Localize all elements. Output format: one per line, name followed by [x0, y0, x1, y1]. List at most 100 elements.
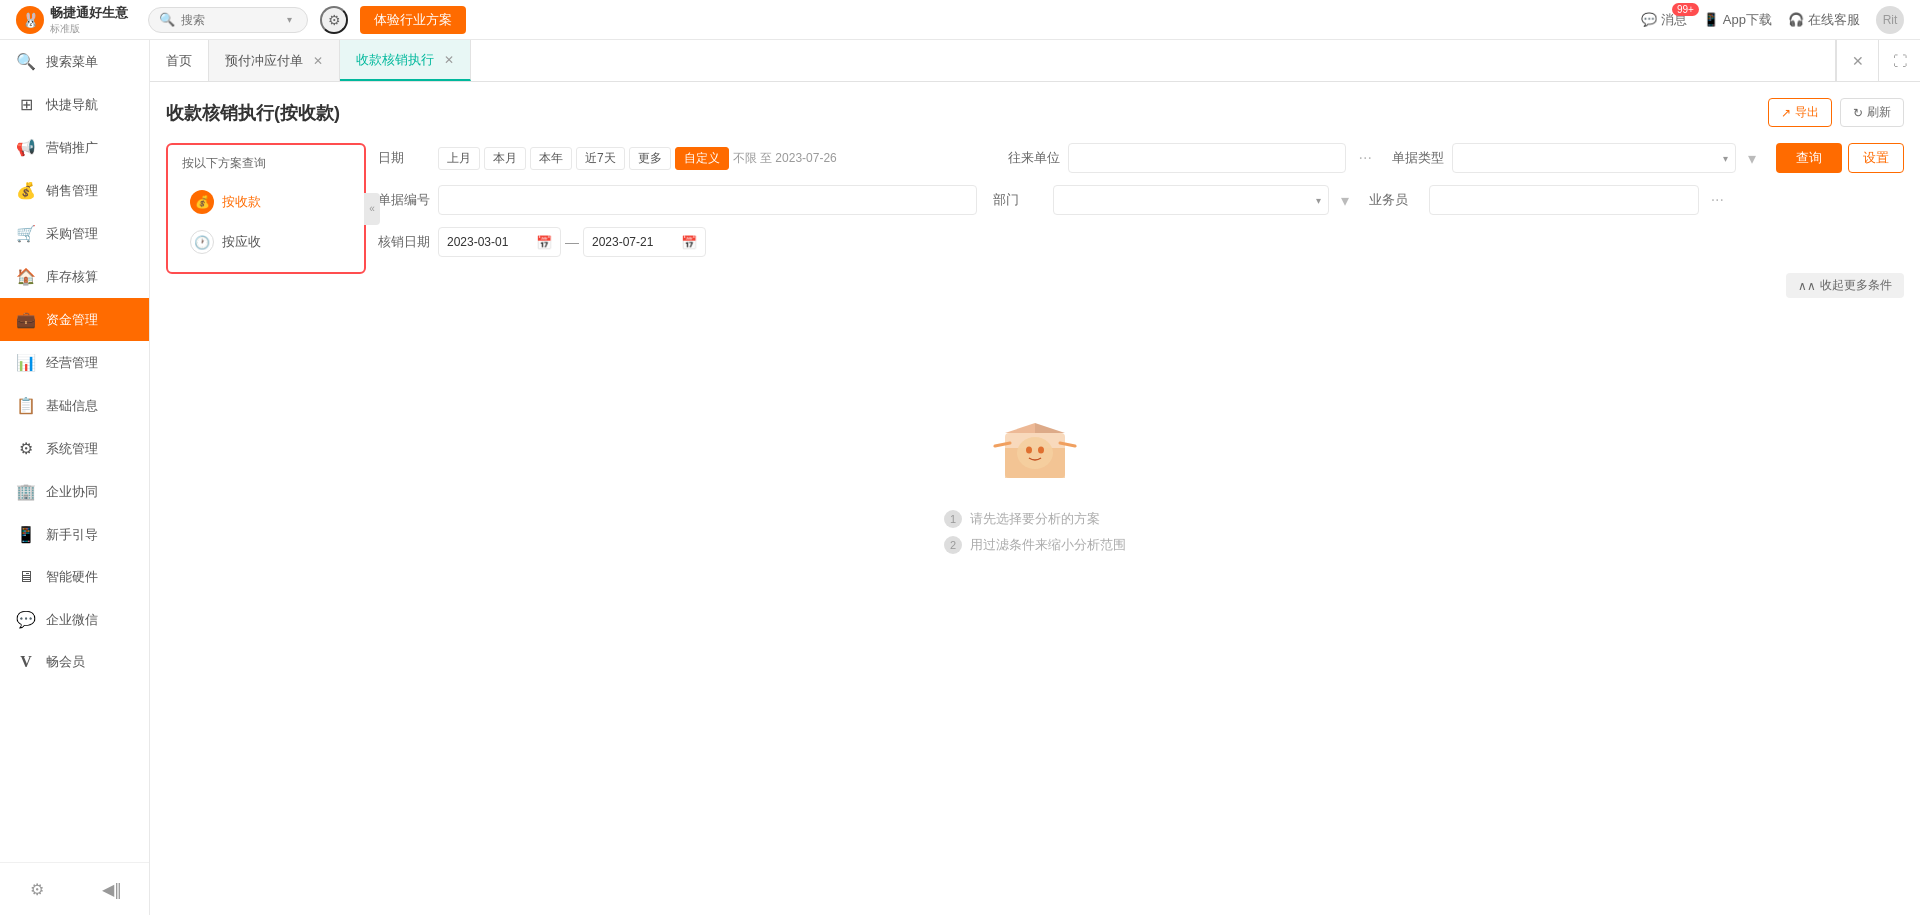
message-badge: 99+ — [1672, 3, 1699, 16]
export-button[interactable]: ↗ 导出 — [1768, 98, 1832, 127]
sidebar-item-guide[interactable]: 📱 新手引导 — [0, 513, 149, 556]
sidebar-item-member[interactable]: V 畅会员 — [0, 641, 149, 683]
setting-button[interactable]: 设置 — [1848, 143, 1904, 173]
filter-option-by-receivable[interactable]: 🕐 按应收 — [178, 222, 354, 262]
funds-icon: 💼 — [16, 310, 36, 329]
sidebar-item-inventory[interactable]: 🏠 库存核算 — [0, 255, 149, 298]
dept-label: 部门 — [993, 191, 1045, 209]
sidebar-item-hardware[interactable]: 🖥 智能硬件 — [0, 556, 149, 598]
filter-dept-item: 部门 ▾ — [993, 185, 1352, 215]
app-logo[interactable]: 🐰 畅捷通好生意 标准版 — [16, 4, 128, 36]
filter-form: 日期 上月 本月 本年 近7天 更多 自定义 — [378, 143, 1904, 298]
tab-close-collection[interactable]: ✕ — [444, 54, 454, 66]
headset-icon: 🎧 — [1788, 12, 1804, 27]
staff-more-icon[interactable]: ··· — [1707, 191, 1728, 209]
warehouse-icon: 🏠 — [16, 267, 36, 286]
page-header-actions: ↗ 导出 ↻ 刷新 — [1768, 98, 1904, 127]
filter-section: 按以下方案查询 💰 按收款 🕐 按应收 « — [166, 143, 1904, 298]
sidebar-settings-button[interactable]: ⚙ — [19, 871, 55, 907]
sidebar-item-operations[interactable]: 📊 经营管理 — [0, 341, 149, 384]
verify-date-end-input[interactable] — [592, 235, 677, 249]
date-btn-custom[interactable]: 自定义 — [675, 147, 729, 170]
filter-staff-item: 业务员 ··· — [1369, 185, 1728, 215]
search-icon: 🔍 — [159, 12, 175, 27]
date-btn-last-month[interactable]: 上月 — [438, 147, 480, 170]
sidebar-item-sales[interactable]: 💰 销售管理 — [0, 169, 149, 212]
dept-select[interactable] — [1053, 185, 1328, 215]
filter-row-2: 单据编号 部门 ▾ — [378, 185, 1904, 215]
receipt-icon: 💰 — [190, 190, 214, 214]
date-label: 日期 — [378, 149, 430, 167]
tab-home[interactable]: 首页 — [150, 40, 209, 81]
industry-solution-button[interactable]: 体验行业方案 — [360, 6, 466, 34]
date-btn-this-year[interactable]: 本年 — [530, 147, 572, 170]
query-button[interactable]: 查询 — [1776, 143, 1842, 173]
tab-close-prepay[interactable]: ✕ — [313, 55, 323, 67]
tab-collection[interactable]: 收款核销执行 ✕ — [340, 40, 471, 81]
sidebar: 🔍 搜索菜单 ⊞ 快捷导航 📢 营销推广 💰 销售管理 🛒 采购管理 🏠 库存核… — [0, 40, 150, 915]
page-title: 收款核销执行(按收款) — [166, 101, 340, 125]
collapse-more-button[interactable]: ∧∧ 收起更多条件 — [1786, 273, 1904, 298]
collapse-more-container: ∧∧ 收起更多条件 — [378, 273, 1904, 298]
docno-input[interactable] — [438, 185, 977, 215]
sidebar-item-wechat[interactable]: 💬 企业微信 — [0, 598, 149, 641]
date-group: 上月 本月 本年 近7天 更多 自定义 不限 至 2023-07-26 — [438, 147, 992, 170]
doctype-more-icon[interactable]: ▾ — [1744, 149, 1760, 168]
doctype-select[interactable] — [1452, 143, 1736, 173]
chevron-down-icon[interactable]: ▾ — [287, 14, 292, 25]
tab-maximize-button[interactable]: ⛶ — [1878, 40, 1920, 82]
date-btn-this-month[interactable]: 本月 — [484, 147, 526, 170]
svg-point-4 — [1017, 437, 1053, 469]
dept-chevron-icon[interactable]: ▾ — [1337, 191, 1353, 210]
sidebar-item-search[interactable]: 🔍 搜索菜单 — [0, 40, 149, 83]
staff-input[interactable] — [1429, 185, 1699, 215]
search-bar[interactable]: 🔍 ▾ — [148, 7, 308, 33]
svg-point-5 — [1026, 447, 1032, 454]
sidebar-item-basics[interactable]: 📋 基础信息 — [0, 384, 149, 427]
tab-prepay[interactable]: 预付冲应付单 ✕ — [209, 40, 340, 81]
refresh-icon: ↻ — [1853, 106, 1863, 120]
calendar-end-icon[interactable]: 📅 — [681, 235, 697, 250]
verify-date-end-wrap: 📅 — [583, 227, 706, 257]
counterpart-more-icon[interactable]: ··· — [1354, 149, 1375, 167]
empty-hint-2: 2 用过滤条件来缩小分析范围 — [944, 536, 1126, 554]
empty-hint-1: 1 请先选择要分析的方案 — [944, 510, 1126, 528]
user-menu[interactable]: Rit — [1876, 6, 1904, 34]
filter-counterpart-item: 往来单位 ··· — [1008, 143, 1376, 173]
sidebar-item-marketing[interactable]: 📢 营销推广 — [0, 126, 149, 169]
counterpart-label: 往来单位 — [1008, 149, 1060, 167]
hint-num-2: 2 — [944, 536, 962, 554]
staff-label: 业务员 — [1369, 191, 1421, 209]
date-btn-more[interactable]: 更多 — [629, 147, 671, 170]
verify-date-start-input[interactable] — [447, 235, 532, 249]
hint-num-1: 1 — [944, 510, 962, 528]
sidebar-item-system[interactable]: ⚙ 系统管理 — [0, 427, 149, 470]
svg-marker-1 — [1005, 423, 1035, 433]
sidebar-item-quick-nav[interactable]: ⊞ 快捷导航 — [0, 83, 149, 126]
filter-option-by-receipt[interactable]: 💰 按收款 — [178, 182, 354, 222]
page-inner: 收款核销执行(按收款) ↗ 导出 ↻ 刷新 — [150, 82, 1920, 915]
search-input[interactable] — [181, 13, 281, 27]
system-icon: ⚙ — [16, 439, 36, 458]
app-download-button[interactable]: 📱 App下载 — [1703, 11, 1772, 29]
sidebar-item-purchase[interactable]: 🛒 采购管理 — [0, 212, 149, 255]
filter-panel-container: 按以下方案查询 💰 按收款 🕐 按应收 « — [166, 143, 366, 298]
filter-buttons: 查询 设置 — [1776, 143, 1904, 173]
settings-icon[interactable]: ⚙ — [320, 6, 348, 34]
tab-close-button[interactable]: ✕ — [1836, 40, 1878, 82]
counterpart-input[interactable] — [1068, 143, 1347, 173]
calendar-start-icon[interactable]: 📅 — [536, 235, 552, 250]
page-header: 收款核销执行(按收款) ↗ 导出 ↻ 刷新 — [166, 98, 1904, 127]
wechat-icon: 💬 — [16, 610, 36, 629]
member-icon: V — [16, 653, 36, 671]
sidebar-collapse-button[interactable]: ◀‖ — [94, 871, 130, 907]
date-btn-7days[interactable]: 近7天 — [576, 147, 625, 170]
money-icon: 💰 — [16, 181, 36, 200]
online-service-button[interactable]: 🎧 在线客服 — [1788, 11, 1860, 29]
message-button[interactable]: 💬 消息 99+ — [1641, 11, 1687, 29]
sidebar-item-enterprise[interactable]: 🏢 企业协同 — [0, 470, 149, 513]
sidebar-item-funds[interactable]: 💼 资金管理 — [0, 298, 149, 341]
refresh-button[interactable]: ↻ 刷新 — [1840, 98, 1904, 127]
export-icon: ↗ — [1781, 106, 1791, 120]
filter-panel-collapse-button[interactable]: « — [364, 193, 380, 225]
